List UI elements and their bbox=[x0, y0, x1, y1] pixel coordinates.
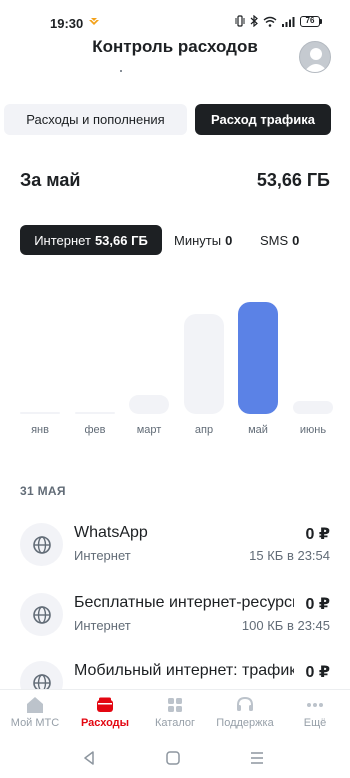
home-icon bbox=[27, 697, 43, 713]
period-label: За май bbox=[20, 170, 81, 190]
tab-expenses[interactable]: Расходы bbox=[70, 690, 140, 738]
chart-month-label: янв bbox=[31, 424, 49, 436]
status-icons: 76 bbox=[235, 15, 322, 27]
tab-bar: Мой МТС Расходы Каталог Поддержка Ещё bbox=[0, 689, 350, 737]
vibrate-icon bbox=[235, 15, 245, 27]
globe-icon bbox=[20, 593, 63, 636]
bluetooth-icon bbox=[250, 15, 258, 27]
chart-month-label: март bbox=[136, 424, 162, 436]
date-heading: 31 МАЯ bbox=[20, 484, 66, 498]
globe-icon bbox=[20, 523, 63, 566]
chart-month-label: май bbox=[248, 424, 268, 436]
filter-sms-value: 0 bbox=[292, 232, 300, 248]
tab-label: Каталог bbox=[155, 717, 195, 729]
list-item-amount: 0 ₽ bbox=[305, 526, 330, 543]
list-item-subtitle: Интернет bbox=[74, 618, 131, 633]
chart-month-label: июнь bbox=[299, 424, 327, 436]
wallet-icon bbox=[97, 697, 113, 712]
recents-icon[interactable] bbox=[248, 749, 266, 767]
chart-bar-4[interactable] bbox=[238, 302, 278, 414]
tab-label: Расходы bbox=[80, 717, 130, 729]
list-item-amount: 0 ₽ bbox=[305, 664, 330, 681]
filter-minutes-value: 0 bbox=[225, 232, 233, 248]
headset-icon bbox=[237, 696, 253, 711]
tab-support[interactable]: Поддержка bbox=[210, 690, 280, 738]
segment-expenses-button[interactable]: Расходы и пополнения bbox=[4, 104, 187, 135]
filter-minutes-chip[interactable]: Минуты 0 bbox=[174, 225, 232, 255]
tab-catalog[interactable]: Каталог bbox=[140, 690, 210, 738]
filter-internet-chip[interactable]: Интернет 53,66 ГБ bbox=[20, 225, 162, 255]
battery-level: 76 bbox=[300, 15, 320, 27]
list-item-subtitle: Интернет bbox=[74, 548, 131, 563]
chart-bar-5[interactable] bbox=[293, 401, 333, 414]
page-title: Контроль расходов bbox=[92, 37, 258, 56]
tab-label: Поддержка bbox=[216, 717, 274, 729]
filter-internet-value: 53,66 ГБ bbox=[94, 232, 148, 248]
status-bar: 19:30 76 bbox=[0, 0, 350, 40]
chart-month-label: апр bbox=[194, 424, 214, 436]
chart-bar-2[interactable] bbox=[129, 395, 169, 414]
chart-bar-3[interactable] bbox=[184, 314, 224, 414]
list-item-meta: 100 КБ в 23:45 bbox=[241, 618, 330, 633]
signal-icon bbox=[282, 16, 295, 27]
tab-my-mts[interactable]: Мой МТС bbox=[0, 690, 70, 738]
more-icon bbox=[307, 703, 323, 707]
filter-sms-label: SMS bbox=[260, 232, 289, 248]
list-item-title: Мобильный интернет: трафик bbox=[74, 662, 294, 679]
chart-month-label: фев bbox=[84, 424, 106, 436]
list-item[interactable]: Бесплатные интернет-ресурсы 0 ₽ Интернет… bbox=[0, 589, 350, 649]
list-item-amount: 0 ₽ bbox=[305, 596, 330, 613]
list-item-title: WhatsApp bbox=[74, 524, 148, 541]
chart-bar-0[interactable] bbox=[20, 412, 60, 414]
notification-app-icon bbox=[89, 18, 99, 25]
tab-label: Мой МТС bbox=[10, 717, 60, 729]
home-button-icon[interactable] bbox=[164, 749, 182, 767]
catalog-icon bbox=[168, 698, 182, 712]
title-dot bbox=[120, 70, 122, 72]
wifi-icon bbox=[263, 16, 277, 27]
user-icon bbox=[304, 48, 328, 72]
tab-more[interactable]: Ещё bbox=[280, 690, 350, 738]
filter-sms-chip[interactable]: SMS 0 bbox=[260, 225, 299, 255]
back-icon[interactable] bbox=[80, 749, 98, 767]
tab-label: Ещё bbox=[303, 717, 327, 729]
list-item[interactable]: WhatsApp 0 ₽ Интернет 15 КБ в 23:54 bbox=[0, 519, 350, 579]
system-nav-bar bbox=[0, 737, 350, 778]
chart-bar-1[interactable] bbox=[75, 412, 115, 414]
segment-traffic-button[interactable]: Расход трафика bbox=[195, 104, 331, 135]
period-total: 53,66 ГБ bbox=[256, 170, 330, 190]
list-item-meta: 15 КБ в 23:54 bbox=[249, 548, 330, 563]
battery-icon: 76 bbox=[300, 15, 322, 27]
filter-minutes-label: Минуты bbox=[174, 232, 222, 248]
list-item-title: Бесплатные интернет-ресурсы bbox=[74, 594, 294, 611]
avatar[interactable] bbox=[299, 41, 331, 73]
status-time: 19:30 bbox=[50, 16, 84, 31]
filter-internet-label: Интернет bbox=[34, 232, 91, 248]
